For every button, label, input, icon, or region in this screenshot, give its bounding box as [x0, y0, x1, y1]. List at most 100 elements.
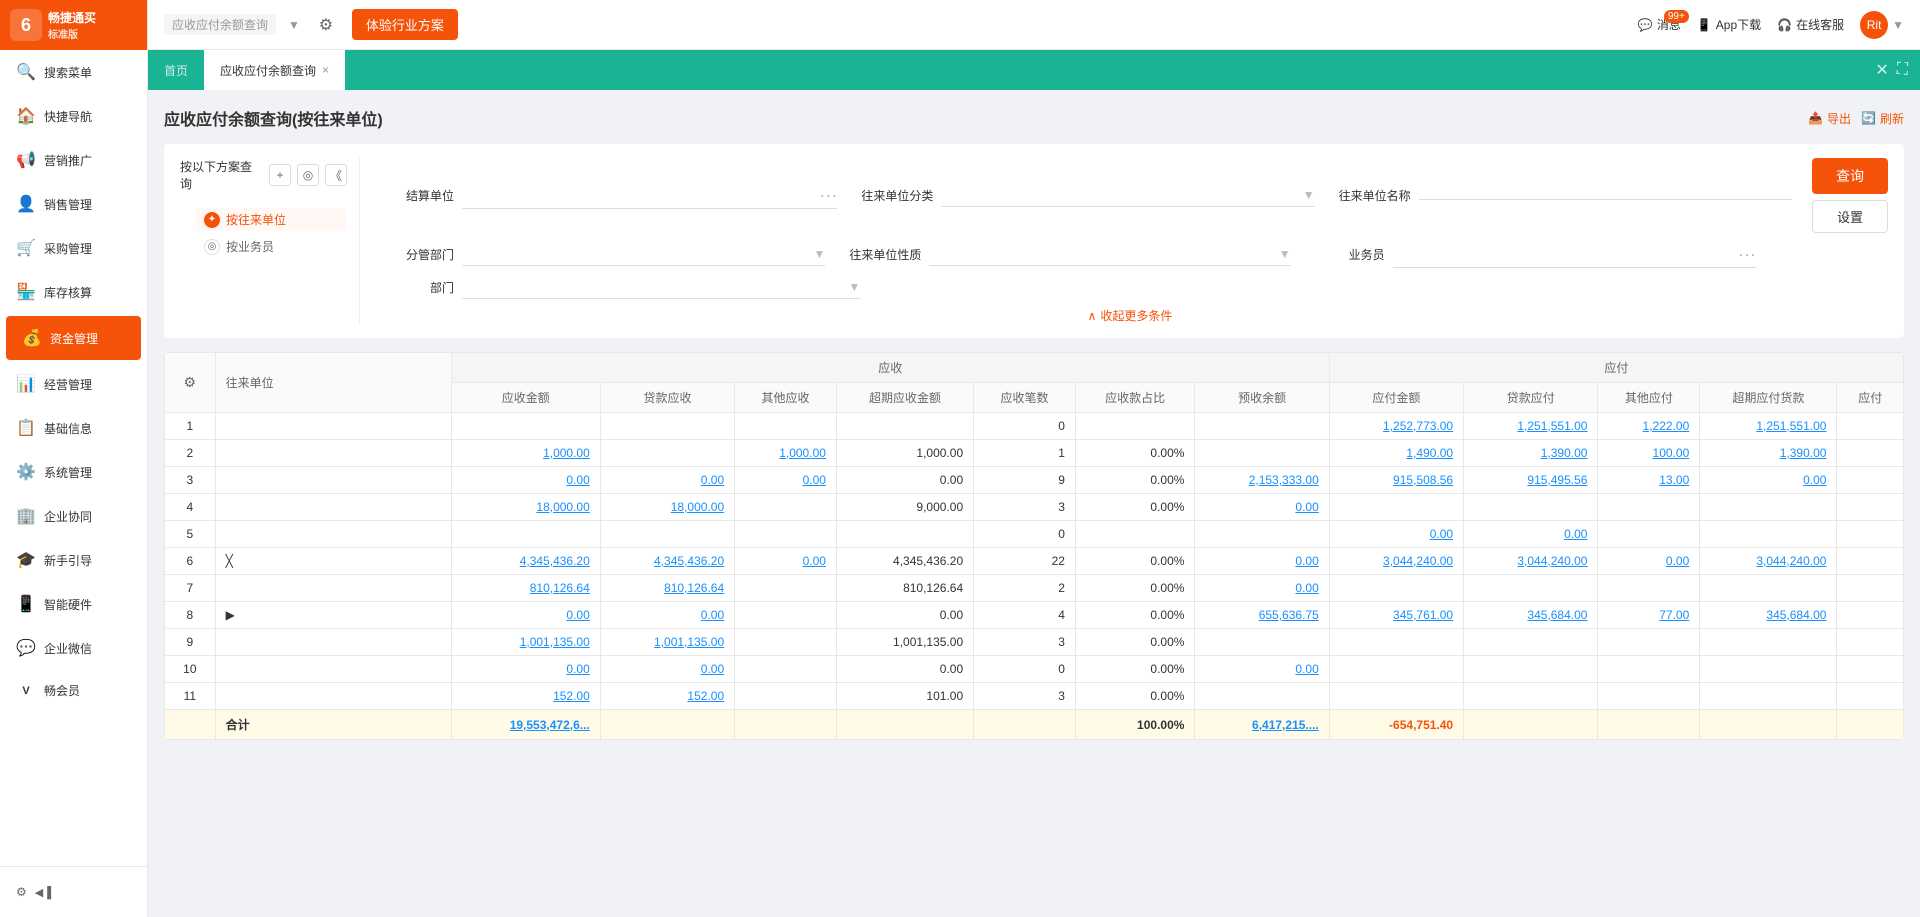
- table-cell[interactable]: 0.00: [735, 467, 837, 494]
- table-cell[interactable]: 0.00: [1195, 575, 1329, 602]
- table-cell[interactable]: 915,508.56: [1329, 467, 1463, 494]
- tab-home[interactable]: 首页: [148, 50, 204, 90]
- sidebar-item-system[interactable]: ⚙️ 系统管理: [0, 450, 147, 494]
- table-cell[interactable]: 4,345,436.20: [600, 548, 734, 575]
- table-cell[interactable]: 2,153,333.00: [1195, 467, 1329, 494]
- table-cell[interactable]: 0.00: [1195, 548, 1329, 575]
- app-download-btn[interactable]: 📱 App下载: [1697, 16, 1761, 33]
- table-cell[interactable]: 3,044,240.00: [1329, 548, 1463, 575]
- field-input-salesman[interactable]: ···: [1393, 241, 1756, 268]
- table-cell[interactable]: 1,251,551.00: [1464, 413, 1598, 440]
- sidebar-item-smart-hw[interactable]: 📱 智能硬件: [0, 582, 147, 626]
- table-cell[interactable]: 1,252,773.00: [1329, 413, 1463, 440]
- sidebar-settings-btn[interactable]: ⚙ ◀▐: [0, 875, 147, 909]
- table-cell[interactable]: 1,000.00: [735, 440, 837, 467]
- table-cell[interactable]: 100.00: [1598, 440, 1700, 467]
- sidebar-item-marketing[interactable]: 📢 营销推广: [0, 138, 147, 182]
- scheme-salesman-option[interactable]: ◎ 按业务员: [196, 235, 347, 258]
- sidebar-item-purchase[interactable]: 🛒 采购管理: [0, 226, 147, 270]
- table-cell[interactable]: 3,044,240.00: [1700, 548, 1837, 575]
- field-input-dept-manager[interactable]: ▼: [462, 243, 825, 266]
- table-cell[interactable]: 0.00: [600, 656, 734, 683]
- export-btn[interactable]: 📤 导出: [1808, 110, 1851, 127]
- table-cell[interactable]: 345,684.00: [1464, 602, 1598, 629]
- table-cell[interactable]: 810,126.64: [600, 575, 734, 602]
- sidebar-item-member[interactable]: V 畅会员: [0, 670, 147, 711]
- field-input-partner-nature[interactable]: ▼: [929, 243, 1290, 266]
- tab-query[interactable]: 应收应付余额查询 ×: [204, 50, 345, 90]
- table-cell[interactable]: 810,126.64: [451, 575, 600, 602]
- user-avatar[interactable]: Rit ▼: [1860, 11, 1904, 39]
- industry-btn[interactable]: 体验行业方案: [352, 9, 458, 40]
- sidebar-item-operations[interactable]: 📊 经营管理: [0, 362, 147, 406]
- sidebar-collapse-btn[interactable]: ◀▐: [35, 886, 51, 899]
- table-cell[interactable]: 345,761.00: [1329, 602, 1463, 629]
- table-cell[interactable]: 152.00: [600, 683, 734, 710]
- table-cell[interactable]: 0.00: [1598, 548, 1700, 575]
- window-expand-icon[interactable]: ⛶: [1897, 61, 1908, 79]
- table-cell[interactable]: 1,251,551.00: [1700, 413, 1837, 440]
- table-cell[interactable]: 0.00: [1195, 494, 1329, 521]
- set-btn[interactable]: 设置: [1812, 200, 1888, 233]
- table-cell[interactable]: 4,345,436.20: [451, 548, 600, 575]
- sidebar-item-sales[interactable]: 👤 销售管理: [0, 182, 147, 226]
- table-cell[interactable]: 1,390.00: [1464, 440, 1598, 467]
- footer-cell: -654,751.40: [1329, 710, 1463, 740]
- table-cell[interactable]: 18,000.00: [451, 494, 600, 521]
- table-settings-icon[interactable]: ⚙: [184, 374, 197, 391]
- th-p-amount: 应付金额: [1329, 383, 1463, 413]
- topbar-gear-icon[interactable]: ⚙: [312, 11, 340, 39]
- sidebar-item-search[interactable]: 🔍 搜索菜单: [0, 50, 147, 94]
- table-cell[interactable]: 1,001,135.00: [600, 629, 734, 656]
- table-cell[interactable]: 0.00: [735, 548, 837, 575]
- field-input-dept[interactable]: ▼: [462, 276, 860, 299]
- scheme-label: 按以下方案查询: [180, 158, 261, 192]
- table-cell[interactable]: 0.00: [451, 656, 600, 683]
- table-cell[interactable]: 1,490.00: [1329, 440, 1463, 467]
- sidebar-item-finance[interactable]: 💰 资金管理: [6, 316, 141, 360]
- sidebar-item-inventory[interactable]: 🏪 库存核算: [0, 270, 147, 314]
- table-cell[interactable]: 1,222.00: [1598, 413, 1700, 440]
- table-cell[interactable]: 152.00: [451, 683, 600, 710]
- table-cell[interactable]: 0.00: [600, 467, 734, 494]
- sidebar-item-enterprise[interactable]: 🏢 企业协同: [0, 494, 147, 538]
- table-cell[interactable]: 77.00: [1598, 602, 1700, 629]
- table-cell[interactable]: 13.00: [1598, 467, 1700, 494]
- table-cell[interactable]: 0.00: [1700, 467, 1837, 494]
- table-cell[interactable]: 1,390.00: [1700, 440, 1837, 467]
- collapse-btn[interactable]: ∧ 收起更多条件: [372, 307, 1888, 324]
- table-cell[interactable]: 1,000.00: [451, 440, 600, 467]
- th-settings[interactable]: ⚙: [165, 353, 216, 413]
- table-cell[interactable]: 0.00: [1329, 521, 1463, 548]
- tab-close-icon[interactable]: ×: [322, 63, 329, 77]
- table-cell[interactable]: 655,636.75: [1195, 602, 1329, 629]
- table-cell[interactable]: 0.00: [451, 467, 600, 494]
- window-close-icon[interactable]: ✕: [1875, 60, 1888, 80]
- table-cell[interactable]: 0.00: [451, 602, 600, 629]
- table-cell[interactable]: 18,000.00: [600, 494, 734, 521]
- sidebar-item-wechat[interactable]: 💬 企业微信: [0, 626, 147, 670]
- query-btn[interactable]: 查询: [1812, 158, 1888, 194]
- refresh-btn[interactable]: 🔄 刷新: [1861, 110, 1904, 127]
- scheme-collapse-btn[interactable]: 《: [325, 164, 347, 186]
- field-input-partner-name[interactable]: [1419, 191, 1792, 200]
- table-cell[interactable]: 345,684.00: [1700, 602, 1837, 629]
- sidebar-item-basic-info[interactable]: 📋 基础信息: [0, 406, 147, 450]
- field-input-category[interactable]: ▼: [941, 184, 1314, 207]
- table-cell: [1195, 629, 1329, 656]
- field-input-settlement[interactable]: ···: [462, 182, 837, 209]
- notification-btn[interactable]: 💬 消息 99+: [1638, 16, 1681, 33]
- table-cell[interactable]: 3,044,240.00: [1464, 548, 1598, 575]
- scheme-edit-btn[interactable]: ◎: [297, 164, 319, 186]
- scheme-add-btn[interactable]: +: [269, 164, 291, 186]
- online-service-btn[interactable]: 🎧 在线客服: [1777, 16, 1844, 33]
- table-cell[interactable]: 1,001,135.00: [451, 629, 600, 656]
- table-cell[interactable]: 915,495.56: [1464, 467, 1598, 494]
- table-cell[interactable]: 0.00: [1195, 656, 1329, 683]
- sidebar-item-guide[interactable]: 🎓 新手引导: [0, 538, 147, 582]
- topbar-chevron[interactable]: ▼: [288, 18, 300, 32]
- scheme-partner-option[interactable]: ✦ 按往来单位: [196, 208, 347, 231]
- sidebar-item-quick-nav[interactable]: 🏠 快捷导航: [0, 94, 147, 138]
- table-cell[interactable]: 0.00: [1464, 521, 1598, 548]
- table-cell[interactable]: 0.00: [600, 602, 734, 629]
